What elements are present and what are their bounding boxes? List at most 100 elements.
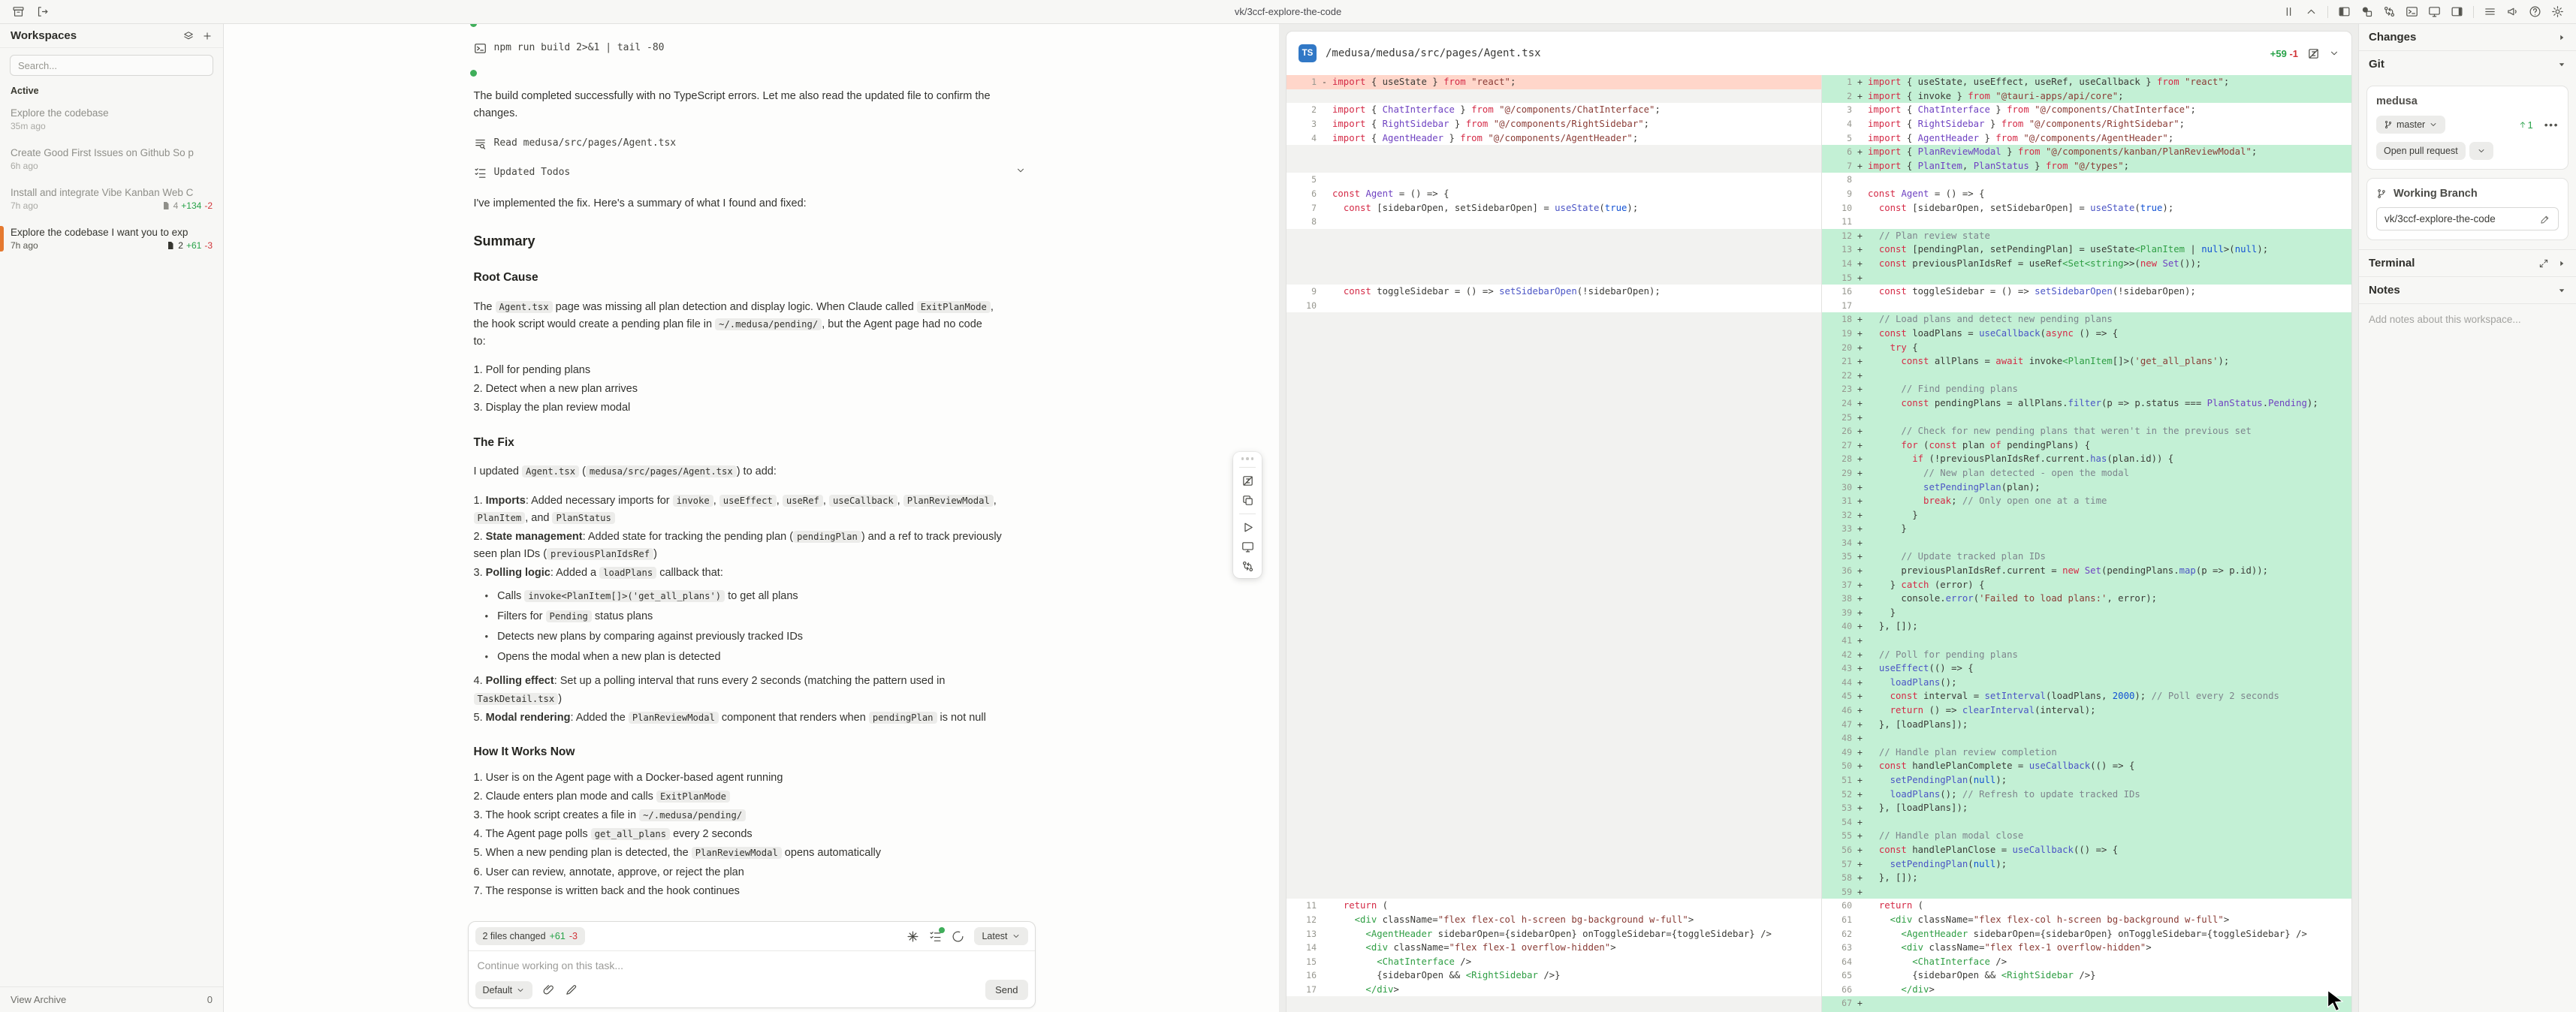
pause-icon[interactable] bbox=[2282, 5, 2295, 18]
changes-section-header[interactable]: Changes bbox=[2359, 24, 2576, 51]
workspace-item[interactable]: Create Good First Issues on Github So p … bbox=[0, 141, 223, 177]
edit-branch-icon[interactable] bbox=[2540, 214, 2550, 224]
line-number: 14 bbox=[1822, 258, 1852, 269]
diff-row: 32 + } bbox=[1286, 508, 2351, 522]
code-text: loadPlans(); bbox=[1868, 677, 1956, 688]
chat-transcript: npm run build 2>&1 | tail -80 The build … bbox=[467, 24, 1036, 914]
line-number: 9 bbox=[1286, 286, 1317, 297]
chevup-icon[interactable] bbox=[2305, 5, 2318, 18]
attach-file-icon[interactable] bbox=[542, 983, 555, 996]
diff-marker: + bbox=[1852, 677, 1868, 688]
wrapoff-icon[interactable] bbox=[1241, 474, 1254, 487]
archive-icon[interactable] bbox=[12, 5, 25, 18]
diff-line-old: 6 const Agent = () => { bbox=[1286, 187, 1821, 201]
workspace-item[interactable]: Install and integrate Vibe Kanban Web C … bbox=[0, 181, 223, 217]
files-changed-badge[interactable]: 2 files changed +61 -3 bbox=[475, 927, 585, 945]
subsection-heading: The Fix bbox=[467, 434, 1036, 453]
diff-row: 25 + bbox=[1286, 410, 2351, 424]
message-input[interactable]: Continue working on this task... bbox=[469, 951, 1035, 973]
panelleft-icon[interactable] bbox=[2338, 5, 2351, 18]
expand-icon[interactable] bbox=[2538, 258, 2549, 269]
gitcompare-icon[interactable] bbox=[1241, 560, 1254, 573]
line-number: 4 bbox=[1286, 133, 1317, 143]
tool-call-row[interactable]: Updated Todos bbox=[467, 165, 1036, 182]
model-selector[interactable]: Default bbox=[475, 981, 533, 999]
ahead-count: 1 bbox=[2518, 119, 2533, 131]
diff-row: 46 + return () => clearInterval(interval… bbox=[1286, 703, 2351, 718]
notes-section-header[interactable]: Notes bbox=[2359, 277, 2576, 304]
diff-row: 40 + }, []); bbox=[1286, 619, 2351, 634]
line-number: 27 bbox=[1822, 440, 1852, 450]
diff-row: 57 + setPendingPlan(null); bbox=[1286, 857, 2351, 871]
copy-icon[interactable] bbox=[1241, 494, 1254, 507]
diff-row: 22 + bbox=[1286, 368, 2351, 382]
code-text: <div className="flex flex-1 overflow-hid… bbox=[1332, 942, 1616, 953]
git-section-header[interactable]: Git bbox=[2359, 51, 2576, 77]
workspace-item[interactable]: Explore the codebase 35m ago bbox=[0, 101, 223, 137]
help-icon[interactable] bbox=[2529, 5, 2541, 18]
spark-icon[interactable] bbox=[906, 930, 919, 943]
model-label: Default bbox=[483, 985, 513, 995]
todos-status[interactable] bbox=[929, 930, 942, 943]
line-number: 47 bbox=[1822, 719, 1852, 730]
signout-icon[interactable] bbox=[36, 5, 49, 18]
chevdown-icon[interactable] bbox=[1015, 165, 1026, 176]
monitor-icon[interactable] bbox=[1241, 541, 1254, 553]
diff-marker: + bbox=[1852, 356, 1868, 366]
diff-line-new: 23 + // Find pending plans bbox=[1821, 382, 2351, 396]
send-button[interactable]: Send bbox=[985, 980, 1027, 1000]
code-text: break; // Only open one at a time bbox=[1868, 495, 2107, 506]
version-selector[interactable]: Latest bbox=[974, 927, 1027, 945]
diff-row: 13 + const [pendingPlan, setPendingPlan]… bbox=[1286, 242, 2351, 257]
plus-icon[interactable] bbox=[202, 31, 213, 41]
branch-selector[interactable]: master bbox=[2376, 116, 2445, 134]
annotate-icon[interactable] bbox=[565, 983, 578, 996]
view-archive-link[interactable]: View Archive bbox=[11, 994, 66, 1005]
chevron-down-icon bbox=[2477, 146, 2486, 155]
workspace-item[interactable]: Explore the codebase I want you to exp 7… bbox=[0, 221, 223, 257]
git-sidebar: Changes Git medusa master bbox=[2358, 24, 2576, 1012]
line-number: 42 bbox=[1822, 649, 1852, 660]
shapes-icon[interactable] bbox=[2360, 5, 2373, 18]
filesearch-icon bbox=[474, 137, 487, 150]
panelright-icon[interactable] bbox=[2451, 5, 2463, 18]
gear-icon[interactable] bbox=[2551, 5, 2564, 18]
list-item: Polling effect: Set up a polling interva… bbox=[474, 673, 1006, 707]
line-number: 39 bbox=[1822, 607, 1852, 618]
working-branch-input[interactable]: vk/3ccf-explore-the-code bbox=[2376, 207, 2559, 230]
code-text: try { bbox=[1868, 342, 1918, 353]
search-input[interactable] bbox=[10, 55, 213, 76]
diff-gap-old bbox=[1286, 438, 1821, 452]
layers-icon[interactable] bbox=[183, 31, 194, 41]
composer-header-icons: Latest bbox=[906, 927, 1027, 945]
play-icon[interactable] bbox=[1241, 521, 1254, 534]
more-actions-button[interactable]: ••• bbox=[2544, 119, 2559, 131]
monitor-icon[interactable] bbox=[2428, 5, 2441, 18]
up-arrow-icon bbox=[2518, 120, 2527, 129]
tool-call-row[interactable]: npm run build 2>&1 | tail -80 bbox=[467, 41, 1036, 56]
diff-row: 39 + } bbox=[1286, 606, 2351, 620]
app-root: vk/3ccf-explore-the-code Workspaces Acti… bbox=[0, 0, 2576, 1012]
diff-line-new: 52 + loadPlans(); // Refresh to update t… bbox=[1821, 787, 2351, 801]
notes-placeholder[interactable]: Add notes about this workspace... bbox=[2359, 304, 2576, 335]
diff-gap-old bbox=[1286, 159, 1821, 173]
megaphone-icon[interactable] bbox=[2506, 5, 2519, 18]
spinner-icon[interactable] bbox=[952, 930, 964, 943]
line-number: 34 bbox=[1822, 538, 1852, 548]
menu-icon[interactable] bbox=[2484, 5, 2496, 18]
diff-row: 21 + const allPlans = await invoke<PlanI… bbox=[1286, 354, 2351, 369]
gitcompare-icon[interactable] bbox=[2383, 5, 2396, 18]
drag-handle[interactable] bbox=[1241, 457, 1254, 460]
diff-line-new: 54 + bbox=[1821, 815, 2351, 829]
terminal-icon[interactable] bbox=[2406, 5, 2418, 18]
word-wrap-off-icon[interactable] bbox=[2307, 47, 2320, 60]
tool-call-row[interactable]: Read medusa/src/pages/Agent.tsx bbox=[467, 136, 1036, 152]
inline-code: PlanStatus bbox=[552, 512, 614, 524]
collapse-file-icon[interactable] bbox=[2329, 48, 2339, 59]
diff-gap-old bbox=[1286, 424, 1821, 438]
open-pull-request-button[interactable]: Open pull request bbox=[2376, 142, 2466, 160]
line-number: 16 bbox=[1822, 286, 1852, 297]
list-item: Detects new plans by comparing against p… bbox=[485, 628, 1006, 646]
terminal-section-header[interactable]: Terminal bbox=[2359, 250, 2576, 277]
pull-request-dropdown[interactable] bbox=[2469, 142, 2493, 160]
